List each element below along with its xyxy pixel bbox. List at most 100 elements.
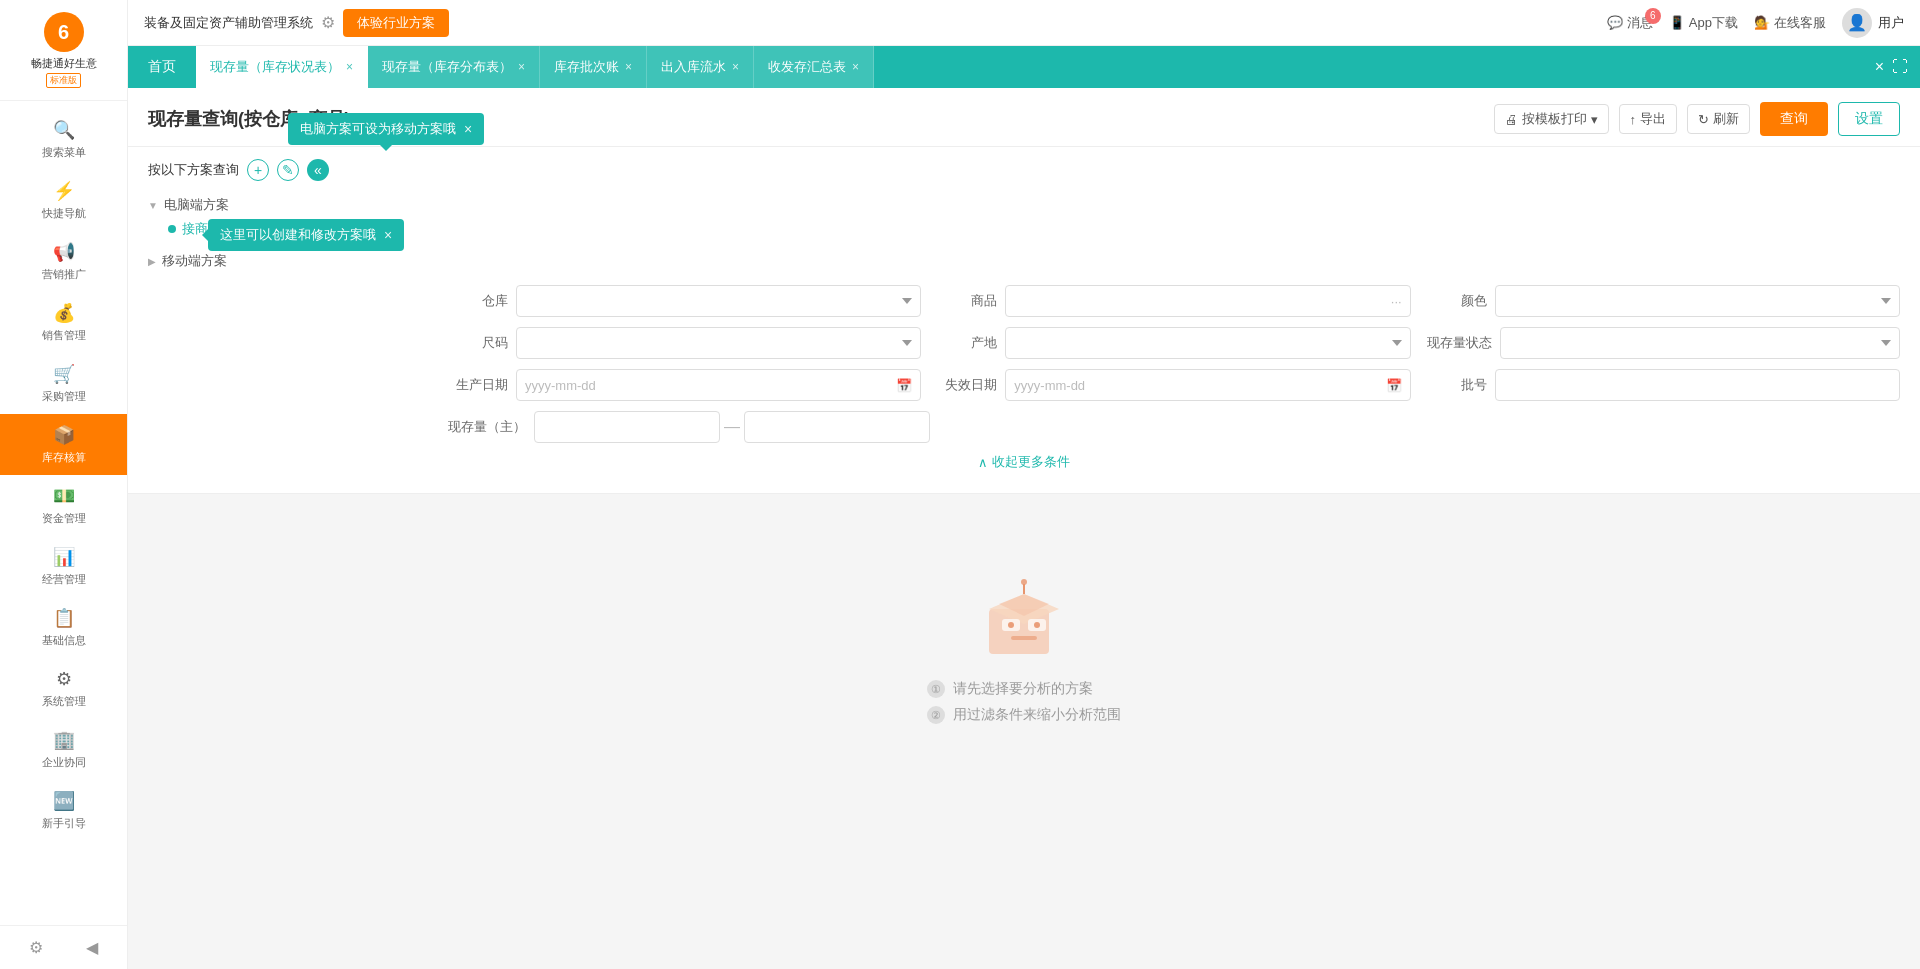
setting-button[interactable]: 设置 [1838, 102, 1900, 136]
filter-add-button[interactable]: + [247, 159, 269, 181]
tab-batch-account[interactable]: 库存批次账 × [540, 46, 647, 88]
scheme-mobile-label: 移动端方案 [162, 252, 227, 270]
collapse-bar[interactable]: ∧ 收起更多条件 [148, 443, 1900, 481]
goods-more-icon[interactable]: ··· [1391, 294, 1402, 309]
tab-inventory-status-close[interactable]: × [346, 60, 353, 74]
color-select[interactable] [1495, 285, 1900, 317]
calendar-icon-produce[interactable]: 📅 [896, 378, 912, 393]
gear-icon[interactable]: ⚙ [321, 13, 335, 32]
print-label: 按模板打印 [1522, 110, 1587, 128]
stock-status-select[interactable] [1500, 327, 1900, 359]
tab-inout-flow[interactable]: 出入库流水 × [647, 46, 754, 88]
filter-rows: 仓库 商品 ··· 颜色 [448, 285, 1900, 443]
sidebar-item-marketing[interactable]: 📢 营销推广 [0, 231, 127, 292]
batch-no-input[interactable] [1495, 369, 1900, 401]
sidebar-item-finance[interactable]: 💵 资金管理 [0, 475, 127, 536]
sidebar-item-marketing-label: 营销推广 [42, 267, 86, 282]
tab-collect-summary-close[interactable]: × [852, 60, 859, 74]
logo-icon: 6 [44, 12, 84, 52]
produce-date-label: 生产日期 [448, 376, 508, 394]
expire-date-label: 失效日期 [937, 376, 997, 394]
empty-tips: ① 请先选择要分析的方案 ② 用过滤条件来缩小分析范围 [927, 680, 1121, 724]
sidebar-item-quick[interactable]: ⚡ 快捷导航 [0, 170, 127, 231]
tab-maximize-btn[interactable]: ⛶ [1892, 58, 1908, 76]
sidebar-item-guide-label: 新手引导 [42, 816, 86, 831]
settings-bottom-btn[interactable]: ⚙ [29, 938, 43, 957]
tooltip-text-1: 电脑方案可设为移动方案哦 [300, 120, 456, 138]
filter-edit-button[interactable]: ✎ [277, 159, 299, 181]
header-right: 💬 消息 6 📱 App下载 💁 在线客服 👤 用户 [1607, 8, 1904, 38]
tab-inventory-dist[interactable]: 现存量（库存分布表） × [368, 46, 540, 88]
tab-inout-flow-close[interactable]: × [732, 60, 739, 74]
tooltip-2-close[interactable]: × [384, 227, 392, 243]
calendar-icon-expire[interactable]: 📅 [1386, 378, 1402, 393]
sales-nav-icon: 💰 [53, 302, 75, 324]
app-download-btn[interactable]: 📱 App下载 [1669, 14, 1738, 32]
user-name: 用户 [1878, 14, 1904, 32]
tab-inventory-status[interactable]: 现存量（库存状况表） × [196, 46, 368, 88]
sidebar-item-inventory[interactable]: 📦 库存核算 [0, 414, 127, 475]
search-button[interactable]: 查询 [1760, 102, 1828, 136]
sidebar-item-guide[interactable]: 🆕 新手引导 [0, 780, 127, 841]
range-separator: — [724, 418, 740, 436]
content-area: 现存量查询(按仓库+商品) 🖨 按模板打印 ▾ ↑ 导出 ↻ 刷新 查询 设置 [128, 88, 1920, 969]
empty-tip-1: ① 请先选择要分析的方案 [927, 680, 1121, 698]
sidebar-item-system[interactable]: ⚙ 系统管理 [0, 658, 127, 719]
system-name: 装备及固定资产辅助管理系统 [144, 14, 313, 32]
tab-batch-account-close[interactable]: × [625, 60, 632, 74]
stock-status-label: 现存量状态 [1427, 334, 1492, 352]
tooltip-desktop-to-mobile: 电脑方案可设为移动方案哦 × [288, 113, 484, 145]
expire-date-wrapper[interactable]: yyyy-mm-dd 📅 [1005, 369, 1410, 401]
tip-text-1: 请先选择要分析的方案 [953, 680, 1093, 698]
scheme-desktop-item[interactable]: ▼ 电脑端方案 [148, 193, 1900, 217]
sidebar-item-search[interactable]: 🔍 搜索菜单 [0, 109, 127, 170]
tab-close-all-btn[interactable]: × [1875, 58, 1884, 76]
filter-row-4: 现存量（主） — [448, 411, 1900, 443]
trial-button[interactable]: 体验行业方案 [343, 9, 449, 37]
message-btn[interactable]: 💬 消息 6 [1607, 14, 1653, 32]
user-avatar-icon: 👤 [1847, 13, 1867, 32]
stock-qty-max-input[interactable] [744, 411, 930, 443]
sidebar-item-enterprise-label: 企业协同 [42, 755, 86, 770]
stock-qty-min-input[interactable] [534, 411, 720, 443]
refresh-button[interactable]: ↻ 刷新 [1687, 104, 1750, 134]
stock-qty-label: 现存量（主） [448, 418, 526, 436]
collapse-sidebar-btn[interactable]: ◀ [86, 938, 98, 957]
filter-row-3: 生产日期 yyyy-mm-dd 📅 失效日期 yyyy-mm-dd 📅 [448, 369, 1900, 401]
origin-select[interactable] [1005, 327, 1410, 359]
filter-row-1: 仓库 商品 ··· 颜色 [448, 285, 1900, 317]
filter-field-produce-date: 生产日期 yyyy-mm-dd 📅 [448, 369, 921, 401]
tab-inventory-dist-close[interactable]: × [518, 60, 525, 74]
filter-field-origin: 产地 [937, 327, 1410, 359]
sidebar-item-basic-label: 基础信息 [42, 633, 86, 648]
user-avatar: 👤 [1842, 8, 1872, 38]
filter-back-button[interactable]: « [307, 159, 329, 181]
produce-date-wrapper[interactable]: yyyy-mm-dd 📅 [516, 369, 921, 401]
export-button[interactable]: ↑ 导出 [1619, 104, 1678, 134]
warehouse-select[interactable] [516, 285, 921, 317]
size-select[interactable] [516, 327, 921, 359]
sidebar-item-enterprise[interactable]: 🏢 企业协同 [0, 719, 127, 780]
scheme-desktop-child[interactable]: 接商品 [168, 217, 1900, 241]
svg-point-6 [1034, 622, 1040, 628]
print-button[interactable]: 🖨 按模板打印 ▾ [1494, 104, 1609, 134]
sidebar-item-basic[interactable]: 📋 基础信息 [0, 597, 127, 658]
tab-batch-account-label: 库存批次账 [554, 58, 619, 76]
export-icon: ↑ [1630, 112, 1637, 127]
sidebar-item-operations[interactable]: 📊 经营管理 [0, 536, 127, 597]
sidebar-bottom: ⚙ ◀ [0, 925, 127, 969]
tab-home[interactable]: 首页 [128, 46, 196, 88]
tab-right-buttons: × ⛶ [1875, 58, 1920, 76]
scheme-mobile-item[interactable]: ▶ 移动端方案 [148, 249, 1900, 273]
sidebar-item-purchase[interactable]: 🛒 采购管理 [0, 353, 127, 414]
filter-row-2: 尺码 产地 现存量状态 [448, 327, 1900, 359]
tab-collect-summary[interactable]: 收发存汇总表 × [754, 46, 874, 88]
goods-input-wrapper[interactable]: ··· [1005, 285, 1410, 317]
online-service-btn[interactable]: 💁 在线客服 [1754, 14, 1826, 32]
tooltip-1-close[interactable]: × [464, 121, 472, 137]
tip-num-1: ① [927, 680, 945, 698]
sidebar-item-sales[interactable]: 💰 销售管理 [0, 292, 127, 353]
filter-label: 按以下方案查询 [148, 161, 239, 179]
user-menu-btn[interactable]: 👤 用户 [1842, 8, 1904, 38]
tab-inventory-dist-label: 现存量（库存分布表） [382, 58, 512, 76]
